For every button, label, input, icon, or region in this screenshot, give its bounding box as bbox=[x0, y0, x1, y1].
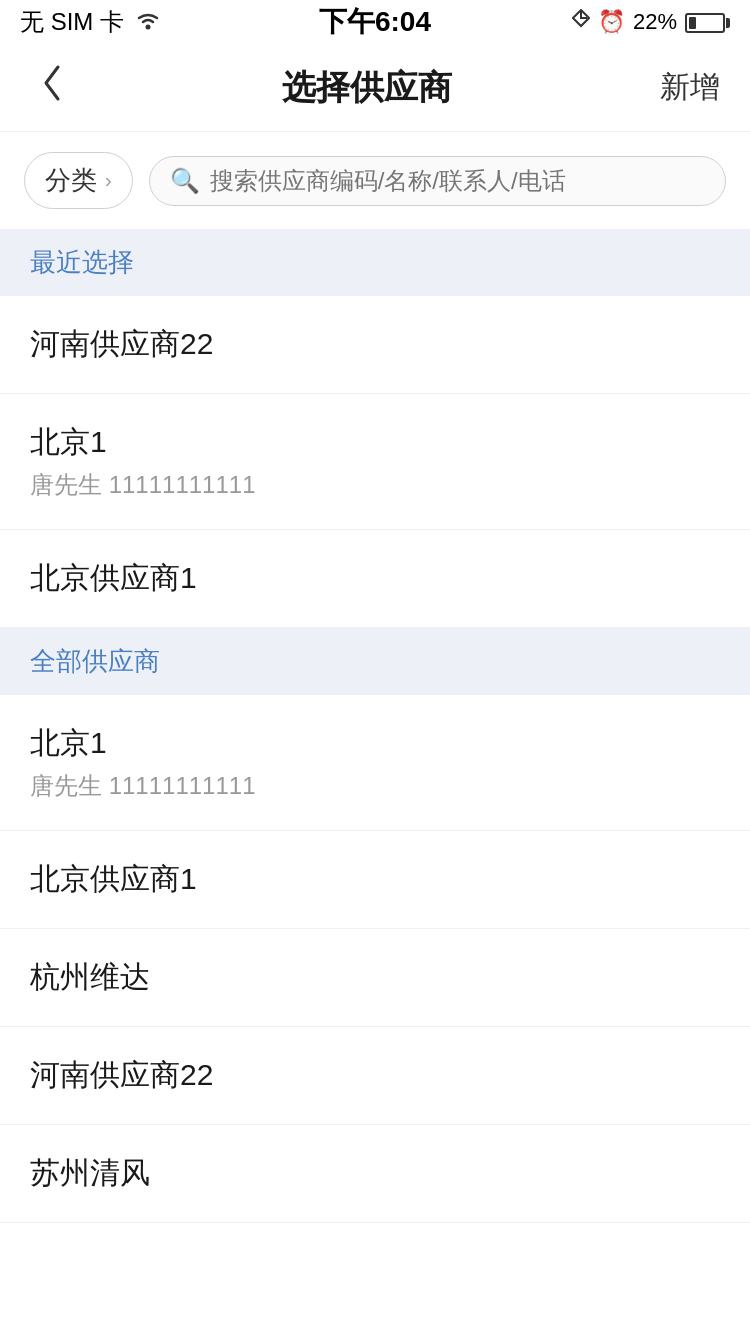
search-input[interactable] bbox=[210, 167, 705, 195]
item-name: 苏州清风 bbox=[30, 1153, 720, 1194]
page-title: 选择供应商 bbox=[282, 65, 452, 111]
status-right: ⏰ 22% bbox=[572, 9, 730, 35]
nav-bar: 选择供应商 新增 bbox=[0, 44, 750, 132]
recent-section-header: 最近选择 bbox=[0, 229, 750, 296]
svg-point-0 bbox=[146, 25, 151, 30]
recent-list: 河南供应商22 北京1 唐先生 11111111111 北京供应商1 bbox=[0, 296, 750, 628]
all-section-label: 全部供应商 bbox=[30, 646, 160, 676]
add-button[interactable]: 新增 bbox=[660, 67, 720, 108]
item-name: 北京供应商1 bbox=[30, 859, 720, 900]
back-button[interactable] bbox=[30, 53, 74, 122]
item-sub: 唐先生 11111111111 bbox=[30, 469, 720, 501]
recent-section-label: 最近选择 bbox=[30, 247, 134, 277]
list-item[interactable]: 北京供应商1 bbox=[0, 831, 750, 929]
item-name: 河南供应商22 bbox=[30, 1055, 720, 1096]
item-sub: 唐先生 11111111111 bbox=[30, 770, 720, 802]
battery-icon bbox=[685, 9, 730, 35]
search-box: 🔍 bbox=[149, 156, 726, 206]
item-name: 河南供应商22 bbox=[30, 324, 720, 365]
category-filter[interactable]: 分类 › bbox=[24, 152, 133, 209]
status-time: 下午6:04 bbox=[319, 3, 431, 41]
status-bar: 无 SIM 卡 下午6:04 ⏰ 22% bbox=[0, 0, 750, 44]
all-list: 北京1 唐先生 11111111111 北京供应商1 杭州维达河南供应商22 苏州清风 bbox=[0, 695, 750, 1223]
list-item[interactable]: 北京1 唐先生 11111111111 bbox=[0, 394, 750, 530]
list-item[interactable]: 北京供应商1 bbox=[0, 530, 750, 628]
category-label: 分类 bbox=[45, 163, 97, 198]
list-item[interactable]: 杭州维达 bbox=[0, 929, 750, 1027]
item-name: 北京1 bbox=[30, 723, 720, 764]
item-name: 北京供应商1 bbox=[30, 558, 720, 599]
list-item[interactable]: 苏州清风 bbox=[0, 1125, 750, 1223]
location-icon bbox=[572, 9, 590, 35]
filter-bar: 分类 › 🔍 bbox=[0, 132, 750, 229]
alarm-icon: ⏰ bbox=[598, 9, 625, 35]
item-name: 北京1 bbox=[30, 422, 720, 463]
list-item[interactable]: 北京1 唐先生 11111111111 bbox=[0, 695, 750, 831]
battery-text: 22% bbox=[633, 9, 677, 35]
search-icon: 🔍 bbox=[170, 167, 200, 195]
all-section-header: 全部供应商 bbox=[0, 628, 750, 695]
item-name: 杭州维达 bbox=[30, 957, 720, 998]
list-item[interactable]: 河南供应商22 bbox=[0, 1027, 750, 1125]
list-item[interactable]: 河南供应商22 bbox=[0, 296, 750, 394]
status-left: 无 SIM 卡 bbox=[20, 6, 162, 38]
wifi-icon bbox=[134, 8, 162, 36]
carrier-text: 无 SIM 卡 bbox=[20, 6, 124, 38]
chevron-right-icon: › bbox=[105, 169, 112, 192]
